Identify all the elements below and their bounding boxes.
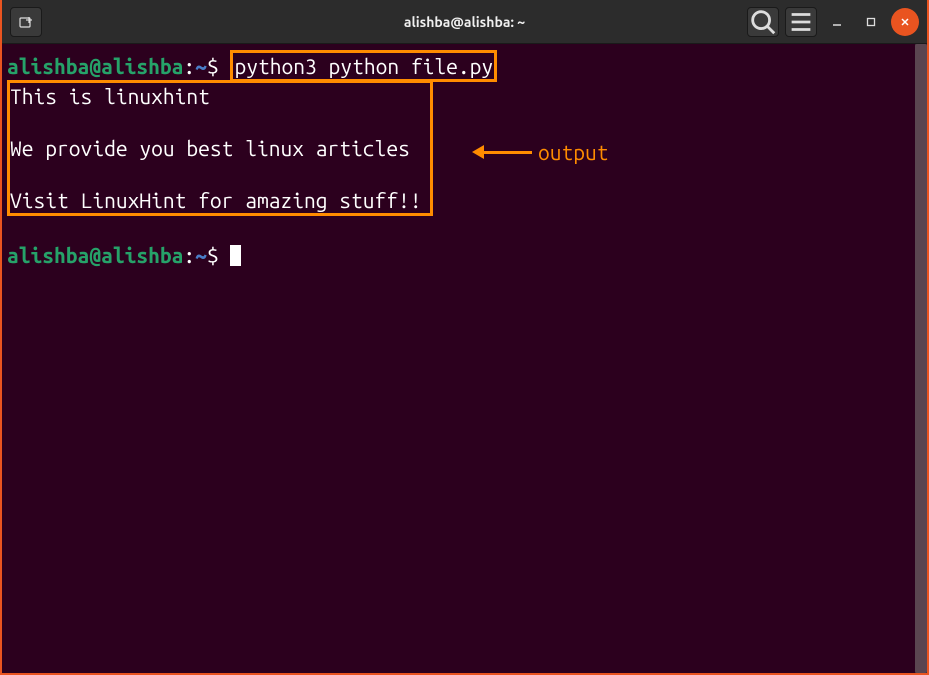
search-icon [748,7,778,37]
titlebar: alishba@alishba: ~ [2,0,927,44]
maximize-button[interactable] [857,8,885,36]
arrow-head-icon [472,145,484,159]
close-icon [899,16,911,28]
prompt-line: alishba@alishba:~$ [7,242,925,268]
cursor [230,245,241,266]
prompt-user-host: alishba@alishba [7,54,183,78]
prompt-path: ~ [195,54,207,78]
prompt-symbol-2: $ [207,243,219,267]
prompt-path-2: ~ [195,243,207,267]
annotation-label: output [538,139,609,165]
window-title: alishba@alishba: ~ [404,14,525,30]
prompt-colon-2: : [183,243,195,267]
terminal-content: alishba@alishba:~$ python3 python file.p… [4,50,925,268]
command-text: python3 python file.py [234,54,493,78]
prompt-symbol: $ [207,54,219,78]
new-tab-button[interactable] [10,7,42,37]
scrollbar-thumb[interactable] [915,44,927,673]
search-button[interactable] [747,7,779,37]
menu-button[interactable] [785,7,817,37]
hamburger-icon [786,7,816,37]
maximize-icon [865,16,877,28]
output-line-5: Visit LinuxHint for amazing stuff!! [10,187,422,213]
prompt-user-host-2: alishba@alishba [7,243,183,267]
terminal-body[interactable]: alishba@alishba:~$ python3 python file.p… [2,44,927,673]
output-line-1: This is linuxhint [10,83,422,109]
minimize-button[interactable] [823,8,851,36]
scrollbar[interactable] [915,44,927,673]
output-annotation: output [482,139,609,165]
command-line: alishba@alishba:~$ python3 python file.p… [7,50,925,82]
output-highlight-box: This is linuxhint We provide you best li… [7,80,433,216]
close-button[interactable] [891,8,919,36]
minimize-icon [831,16,843,28]
titlebar-left-group [10,7,42,37]
command-highlight-box: python3 python file.py [230,50,497,82]
arrow-line [482,151,532,154]
output-line-3: We provide you best linux articles [10,135,422,161]
terminal-window: alishba@alishba: ~ [0,0,929,675]
titlebar-right-group [747,7,919,37]
output-line-2 [10,109,422,135]
output-line-4 [10,161,422,187]
prompt-colon: : [183,54,195,78]
blank-line [7,216,925,242]
new-tab-icon [18,14,34,30]
